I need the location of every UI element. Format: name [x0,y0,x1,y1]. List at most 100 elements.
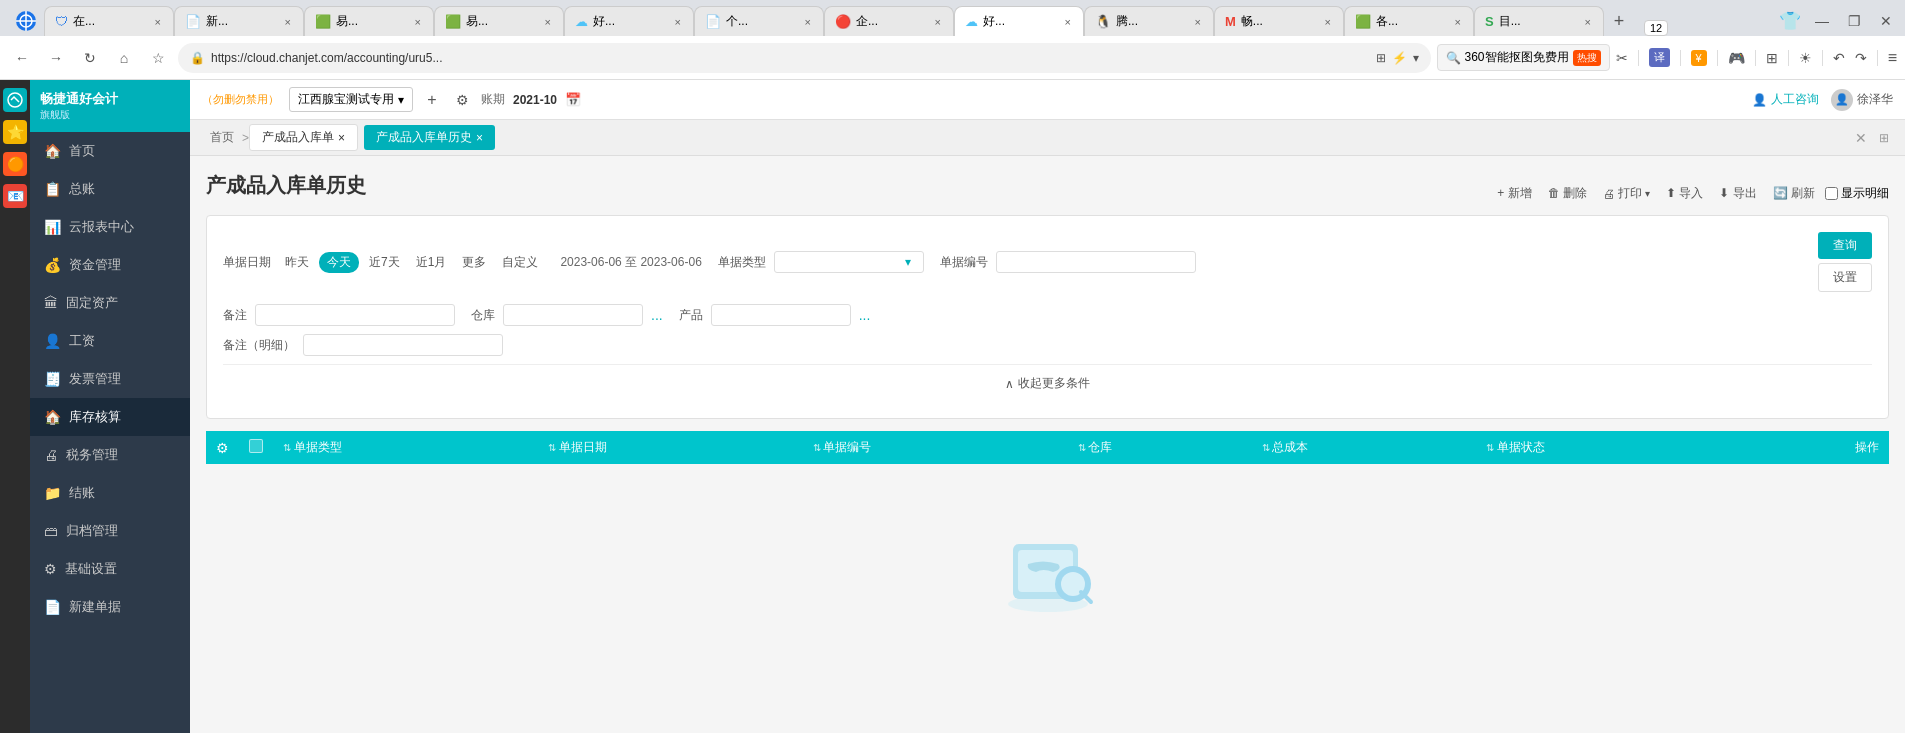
refresh-button[interactable]: ↻ [76,44,104,72]
panel-close-button[interactable]: ✕ [1847,130,1875,146]
company-selector[interactable]: 江西腺宝测试专用 ▾ [289,87,413,112]
breadcrumb-current-close-icon[interactable]: × [476,131,483,145]
sidebar-item-payroll[interactable]: 👤 工资 [30,322,190,360]
tab-10[interactable]: M 畅... × [1214,6,1344,36]
breadcrumb-parent-close-icon[interactable]: × [338,131,345,145]
breadcrumb-home[interactable]: 首页 [202,129,242,146]
type-filter-select[interactable]: ▾ [774,251,924,273]
product-dots-icon[interactable]: ... [859,307,871,323]
th-settings[interactable]: ⚙ [206,431,239,464]
tab-12-close[interactable]: × [1583,14,1593,30]
show-detail-checkbox[interactable] [1825,187,1838,200]
back-button[interactable]: ← [8,44,36,72]
product-filter-input[interactable] [711,304,851,326]
th-type[interactable]: ⇅ 单据类型 [273,431,538,464]
sidebar-item-archive[interactable]: 🗃 归档管理 [30,512,190,550]
sidebar-item-reports[interactable]: 📊 云报表中心 [30,208,190,246]
tab-9-close[interactable]: × [1193,14,1203,30]
calendar-icon[interactable]: 📅 [565,92,581,107]
date-1month-btn[interactable]: 近1月 [410,252,453,273]
tab-6-close[interactable]: × [803,14,813,30]
yuan-icon[interactable]: ¥ [1691,50,1707,66]
sidebar-item-inventory[interactable]: 🏠 库存核算 [30,398,190,436]
forward-button[interactable]: → [42,44,70,72]
sidebar-item-invoice[interactable]: 🧾 发票管理 [30,360,190,398]
th-status[interactable]: ⇅ 单据状态 [1476,431,1741,464]
add-company-button[interactable]: + [421,89,443,111]
panel-expand-button[interactable]: ⊞ [1875,131,1893,145]
tab-6[interactable]: 📄 个... × [694,6,824,36]
th-number[interactable]: ⇅ 单据编号 [803,431,1068,464]
date-yesterday-btn[interactable]: 昨天 [279,252,315,273]
breadcrumb-parent-tab[interactable]: 产成品入库单 × [249,124,358,151]
tab-7[interactable]: 🔴 企... × [824,6,954,36]
tab-11-close[interactable]: × [1453,14,1463,30]
search-section[interactable]: 🔍 360智能抠图免费用 热搜 [1437,44,1610,71]
import-button[interactable]: ⬆ 导入 [1660,182,1709,205]
sidebar-item-tax[interactable]: 🖨 税务管理 [30,436,190,474]
refresh-button[interactable]: 🔄 刷新 [1767,182,1821,205]
tab-4[interactable]: 🟩 易... × [434,6,564,36]
tab-7-close[interactable]: × [933,14,943,30]
note-filter-input[interactable] [255,304,455,326]
th-date[interactable]: ⇅ 单据日期 [538,431,803,464]
tab-10-close[interactable]: × [1323,14,1333,30]
rail-icon-orange[interactable]: 🟠 [3,152,27,176]
sidebar-item-newbill[interactable]: 📄 新建单据 [30,588,190,626]
delete-button[interactable]: 🗑 删除 [1542,182,1593,205]
date-today-btn[interactable]: 今天 [319,252,359,273]
tab-1[interactable]: 🛡 在... × [44,6,174,36]
sidebar-item-settle[interactable]: 📁 结账 [30,474,190,512]
url-bar[interactable]: 🔒 https://cloud.chanjet.com/accounting/u… [178,43,1431,73]
minimize-button[interactable]: — [1807,6,1837,36]
sidebar-item-funds[interactable]: 💰 资金管理 [30,246,190,284]
th-total-cost[interactable]: ⇅ 总成本 [1252,431,1477,464]
date-more-btn[interactable]: 更多 [456,252,492,273]
number-filter-input[interactable] [996,251,1196,273]
sidebar-item-settings[interactable]: ⚙ 基础设置 [30,550,190,588]
user-area[interactable]: 👤 徐泽华 [1831,89,1893,111]
scissors-icon[interactable]: ✂ [1616,50,1628,66]
breadcrumb-current-tab[interactable]: 产成品入库单历史 × [364,125,495,150]
th-warehouse[interactable]: ⇅ 仓库 [1068,431,1252,464]
th-checkbox[interactable] [239,431,273,464]
menu-icon[interactable]: ≡ [1888,49,1897,67]
rail-icon-1[interactable] [3,88,27,112]
translate-icon[interactable]: 译 [1649,48,1670,67]
export-button[interactable]: ⬇ 导出 [1713,182,1762,205]
tab-4-close[interactable]: × [543,14,553,30]
warehouse-dots-icon[interactable]: ... [651,307,663,323]
sidebar-item-ledger[interactable]: 📋 总账 [30,170,190,208]
new-tab-button[interactable]: + [1604,6,1634,36]
query-button[interactable]: 查询 [1818,232,1872,259]
redo-icon[interactable]: ↷ [1855,50,1867,66]
tab-3-close[interactable]: × [413,14,423,30]
sidebar-item-assets[interactable]: 🏛 固定资产 [30,284,190,322]
maximize-button[interactable]: ❐ [1839,6,1869,36]
tab-8-close[interactable]: × [1063,14,1073,30]
warehouse-filter-input[interactable] [503,304,643,326]
type-filter-input[interactable] [781,255,901,269]
type-filter-dropdown-icon[interactable]: ▾ [905,255,911,269]
game-icon[interactable]: 🎮 [1728,50,1745,66]
tab-8[interactable]: ☁ 好... × [954,6,1084,36]
tab-11[interactable]: 🟩 各... × [1344,6,1474,36]
rail-icon-mail[interactable]: 📧 [3,184,27,208]
grid-view-icon[interactable]: ⊞ [1766,50,1778,66]
service-button[interactable]: 👤 人工咨询 [1752,91,1819,108]
tab-5-close[interactable]: × [673,14,683,30]
company-settings-button[interactable]: ⚙ [451,89,473,111]
show-detail-checkbox-label[interactable]: 显示明细 [1825,185,1889,202]
sidebar-item-home[interactable]: 🏠 首页 [30,132,190,170]
table-settings-icon[interactable]: ⚙ [216,440,229,456]
settings-button[interactable]: 设置 [1818,263,1872,292]
undo-icon[interactable]: ↶ [1833,50,1845,66]
print-button[interactable]: 🖨 打印 ▾ [1597,182,1656,205]
date-custom-btn[interactable]: 自定义 [496,252,544,273]
tab-1-close[interactable]: × [153,14,163,30]
date-7days-btn[interactable]: 近7天 [363,252,406,273]
tab-12[interactable]: S 目... × [1474,6,1604,36]
tab-2[interactable]: 📄 新... × [174,6,304,36]
bookmark-button[interactable]: ☆ [144,44,172,72]
tab-9[interactable]: 🐧 腾... × [1084,6,1214,36]
